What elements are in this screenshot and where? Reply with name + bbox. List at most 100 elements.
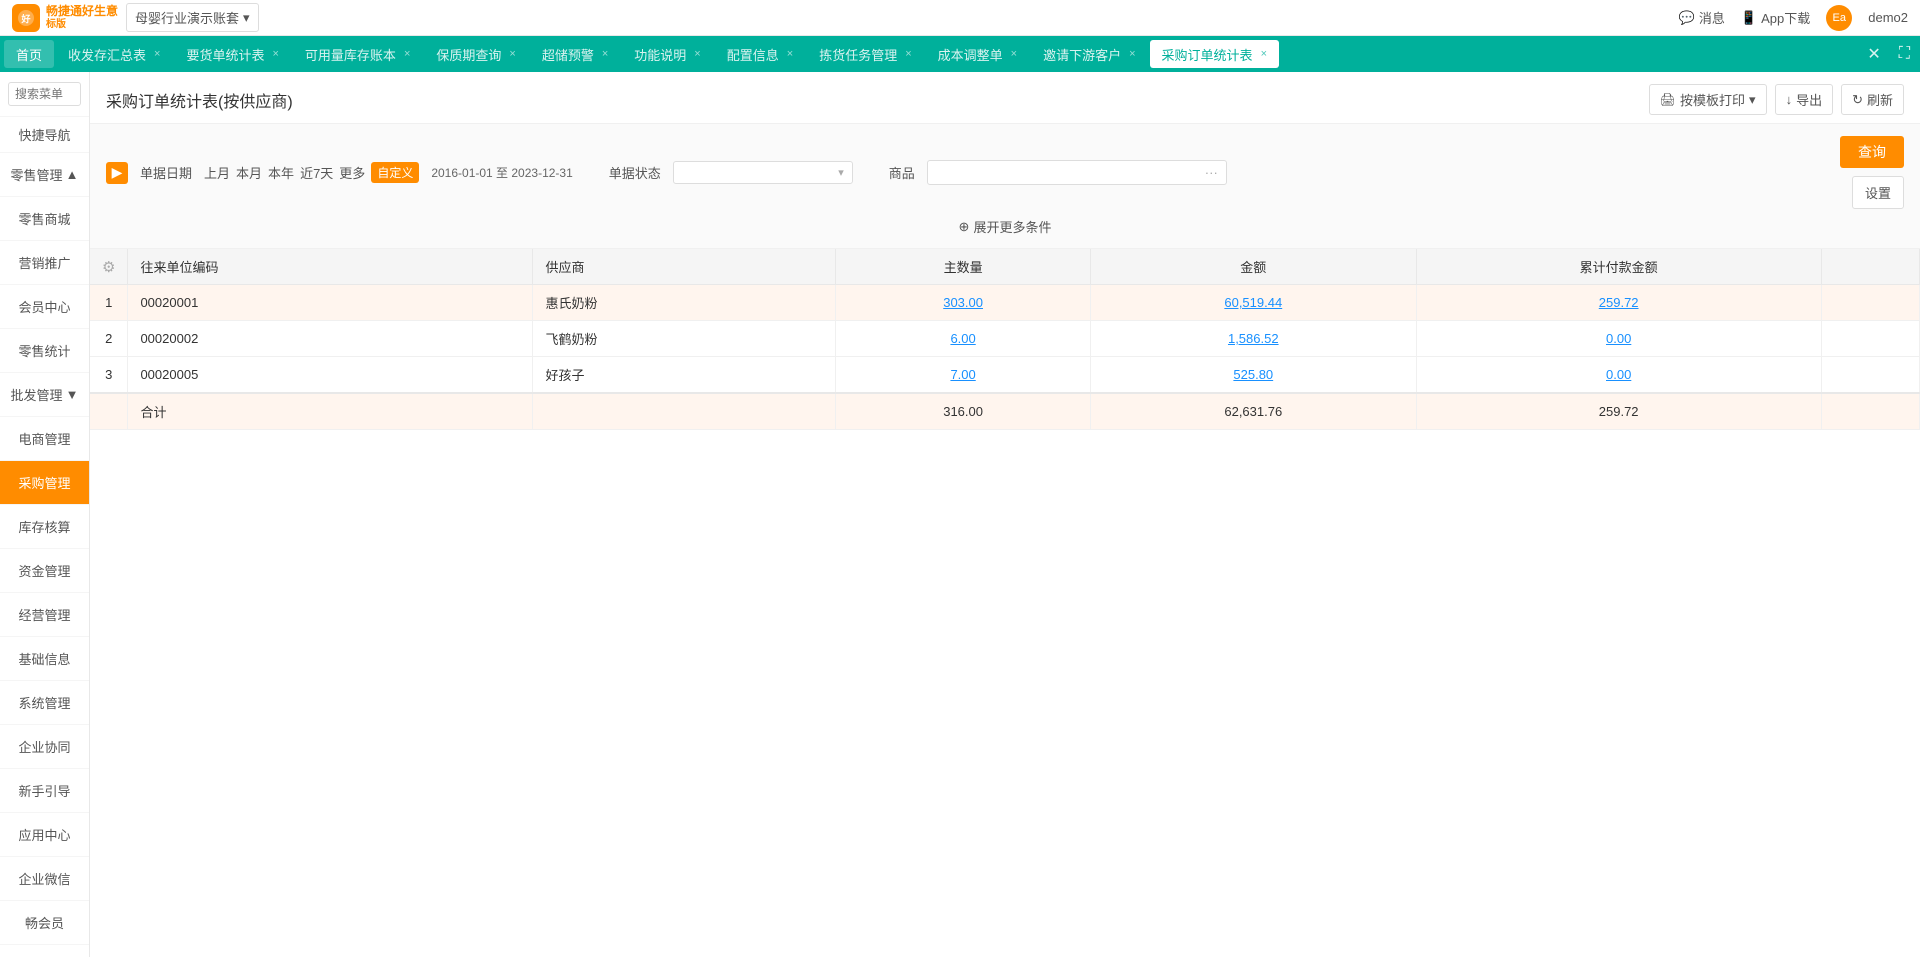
close-icon[interactable]: ×: [509, 48, 515, 60]
tab-baozhiqi-label: 保质期查询: [436, 45, 501, 64]
gear-icon[interactable]: ⚙: [102, 259, 115, 276]
sidebar-item-jichu[interactable]: 基础信息: [0, 637, 89, 681]
row-amount[interactable]: 525.80: [1090, 357, 1416, 394]
tab-shoufashui[interactable]: 收发存汇总表 ×: [56, 40, 172, 68]
sidebar-item-jingyingguanli[interactable]: 经营管理: [0, 593, 89, 637]
sidebar-item-kucunhehe[interactable]: 库存核算: [0, 505, 89, 549]
logo-icon: 好: [12, 4, 40, 32]
close-icon[interactable]: ×: [694, 48, 700, 60]
sidebar-item-lingshoushangcheng[interactable]: 零售商城: [0, 197, 89, 241]
sidebar-item-huiyuanzhongxin[interactable]: 会员中心: [0, 285, 89, 329]
shortcut-more[interactable]: 更多: [339, 163, 365, 182]
close-icon[interactable]: ×: [1129, 48, 1135, 60]
row-quantity[interactable]: 303.00: [836, 285, 1091, 321]
row-quantity[interactable]: 7.00: [836, 357, 1091, 394]
tab-home[interactable]: 首页: [4, 40, 54, 68]
sidebar-item-changhui[interactable]: 畅会员: [0, 901, 89, 945]
row-paid[interactable]: 259.72: [1416, 285, 1821, 321]
tab-gongneng[interactable]: 功能说明 ×: [622, 40, 712, 68]
print-button[interactable]: 🖨 按模板打印 ▾: [1649, 84, 1767, 115]
refresh-button[interactable]: ↻ 刷新: [1841, 84, 1904, 115]
sidebar-item-caigouguanli[interactable]: 采购管理: [0, 461, 89, 505]
close-icon[interactable]: ×: [787, 48, 793, 60]
sidebar-item-qiyexietong[interactable]: 企业协同: [0, 725, 89, 769]
company-select[interactable]: 母婴行业演示账套 ▾: [126, 3, 259, 32]
tab-keyongliang[interactable]: 可用量库存账本 ×: [293, 40, 422, 68]
row-paid[interactable]: 0.00: [1416, 357, 1821, 394]
logo: 好 畅捷通好生意 标版: [12, 4, 118, 32]
tab-peizhi[interactable]: 配置信息 ×: [715, 40, 805, 68]
top-bar: 好 畅捷通好生意 标版 母婴行业演示账套 ▾ 💬 消息 📱 App下载 Ea d…: [0, 0, 1920, 36]
row-quantity[interactable]: 6.00: [836, 321, 1091, 357]
export-button[interactable]: ↓ 导出: [1775, 84, 1834, 115]
tab-chengben[interactable]: 成本调整单 ×: [926, 40, 1029, 68]
message-btn[interactable]: 💬 消息: [1679, 8, 1725, 27]
tab-baozhiqi[interactable]: 保质期查询 ×: [424, 40, 527, 68]
avatar[interactable]: Ea: [1826, 5, 1852, 31]
row-index: 2: [90, 321, 128, 357]
sidebar-item-kuaijiedaohang[interactable]: 快捷导航: [0, 117, 89, 153]
row-code: 00020005: [128, 357, 533, 394]
sidebar-item-lingshouguan[interactable]: 零售管理 ▲: [0, 153, 89, 197]
date-shortcuts: 上月 本月 本年 近7天 更多 自定义: [204, 162, 419, 183]
col-paid: 累计付款金额: [1416, 249, 1821, 285]
sidebar-item-dianshang[interactable]: 电商管理: [0, 417, 89, 461]
row-index: 3: [90, 357, 128, 394]
goods-input[interactable]: ···: [927, 160, 1227, 185]
chevron-down-icon: ▾: [838, 166, 844, 179]
close-icon[interactable]: ×: [905, 48, 911, 60]
search-input[interactable]: [8, 82, 81, 106]
shortcut-7-days[interactable]: 近7天: [300, 163, 333, 182]
tab-pihuo[interactable]: 拣货任务管理 ×: [807, 40, 923, 68]
tab-yaohuo[interactable]: 要货单统计表 ×: [174, 40, 290, 68]
tab-yaoqing[interactable]: 邀请下游客户 ×: [1031, 40, 1147, 68]
close-icon[interactable]: ×: [602, 48, 608, 60]
page-title: 采购订单统计表(按供应商): [106, 88, 293, 112]
sidebar-item-pifaguanli[interactable]: 批发管理 ▼: [0, 373, 89, 417]
sidebar-item-xinshouyin[interactable]: 新手引导: [0, 769, 89, 813]
close-icon[interactable]: ×: [272, 48, 278, 60]
sidebar-item-lingshoututji[interactable]: 零售统计: [0, 329, 89, 373]
refresh-icon: ↻: [1852, 92, 1863, 108]
sidebar-item-yingxiaotuiguang[interactable]: 营销推广: [0, 241, 89, 285]
expand-row: ⊕ 展开更多条件: [106, 217, 1904, 236]
tab-yaoqing-label: 邀请下游客户: [1043, 45, 1121, 64]
row-amount[interactable]: 1,586.52: [1090, 321, 1416, 357]
filter-area: ▶ 单据日期 上月 本月 本年 近7天 更多 自定义 2016-01-01 至 …: [90, 124, 1920, 249]
footer-label: 合计: [128, 393, 533, 430]
shortcut-this-year[interactable]: 本年: [268, 163, 294, 182]
row-paid[interactable]: 0.00: [1416, 321, 1821, 357]
footer-paid: 259.72: [1416, 393, 1821, 430]
close-icon[interactable]: ×: [154, 48, 160, 60]
row-amount[interactable]: 60,519.44: [1090, 285, 1416, 321]
chevron-icon: ▲: [66, 167, 79, 182]
expand-icon: ⊕: [959, 219, 970, 235]
maximize-btn[interactable]: ⛶: [1893, 43, 1916, 65]
sidebar-item-yingyongzhongxin[interactable]: 应用中心: [0, 813, 89, 857]
top-bar-left: 好 畅捷通好生意 标版 母婴行业演示账套 ▾: [12, 3, 259, 32]
app-download-btn[interactable]: 📱 App下载: [1741, 8, 1810, 27]
close-icon[interactable]: ×: [1261, 48, 1267, 60]
close-icon[interactable]: ×: [404, 48, 410, 60]
tab-caigou[interactable]: 采购订单统计表 ×: [1150, 40, 1279, 68]
layout: 快捷导航 零售管理 ▲ 零售商城 营销推广 会员中心 零售统计 批发管理 ▼ 电…: [0, 72, 1920, 957]
status-select[interactable]: ▾: [673, 161, 853, 184]
status-filter-label: 单据状态: [609, 163, 661, 182]
shortcut-this-month[interactable]: 本月: [236, 163, 262, 182]
tab-chaochuyujing[interactable]: 超储预警 ×: [530, 40, 620, 68]
row-supplier: 惠氏奶粉: [533, 285, 836, 321]
close-all-btn[interactable]: ✕: [1861, 42, 1886, 66]
toggle-filter-btn[interactable]: ▶: [106, 162, 128, 184]
shortcut-last-month[interactable]: 上月: [204, 163, 230, 182]
goods-filter-label: 商品: [889, 163, 915, 182]
row-index: 1: [90, 285, 128, 321]
sidebar-item-qiyeweixin[interactable]: 企业微信: [0, 857, 89, 901]
date-filter-label: 单据日期: [140, 163, 192, 182]
sidebar-item-zijinguanli[interactable]: 资金管理: [0, 549, 89, 593]
settings-button[interactable]: 设置: [1852, 176, 1904, 209]
query-button[interactable]: 查询: [1840, 136, 1904, 168]
expand-more-btn[interactable]: ⊕ 展开更多条件: [959, 217, 1052, 236]
close-icon[interactable]: ×: [1011, 48, 1017, 60]
sidebar-item-xitongguanli[interactable]: 系统管理: [0, 681, 89, 725]
custom-date-badge[interactable]: 自定义: [371, 162, 419, 183]
